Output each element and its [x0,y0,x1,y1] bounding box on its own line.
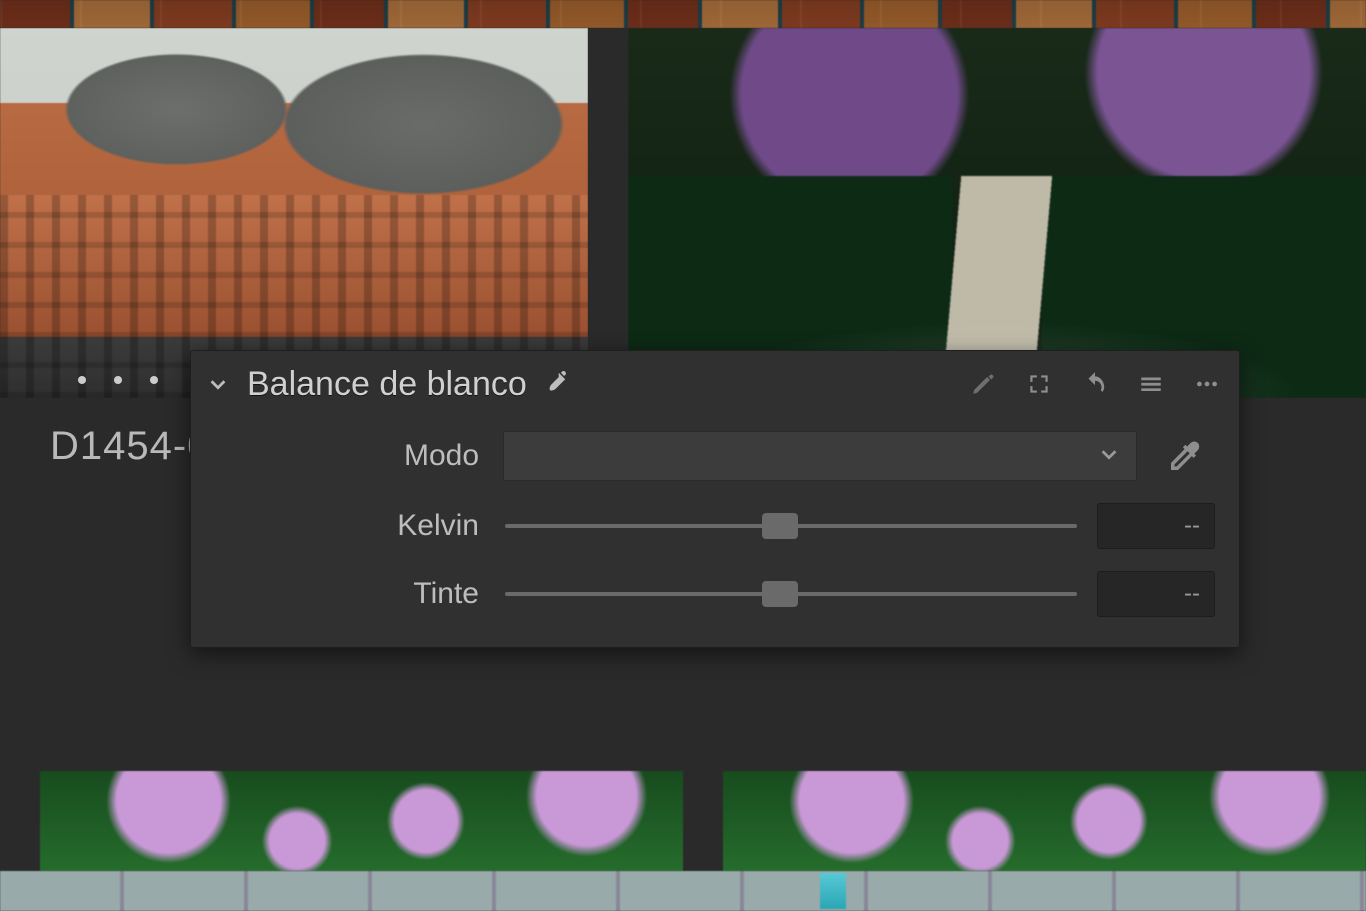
thumbnail-right [628,28,1366,398]
thumbnail-left [0,28,588,398]
mode-dropdown[interactable] [503,431,1137,481]
brick-strip [0,0,1366,28]
expand-icon[interactable] [1025,370,1053,398]
kelvin-slider-thumb[interactable] [762,513,798,539]
white-balance-panel: Balance de blanco Modo [190,350,1240,648]
tint-row: Tinte -- [191,549,1239,617]
tint-label: Tinte [215,577,485,611]
chevron-down-icon[interactable] [205,371,231,397]
kelvin-row: Kelvin -- [191,481,1239,549]
hamburger-icon[interactable] [1137,370,1165,398]
kelvin-value[interactable]: -- [1097,503,1215,549]
panel-header: Balance de blanco [191,351,1239,417]
tint-slider-thumb[interactable] [762,581,798,607]
eyedropper-button[interactable] [1155,435,1215,477]
image-filename: D1454-0 [50,424,210,469]
kelvin-slider[interactable] [505,509,1077,543]
more-icon[interactable] [1193,370,1221,398]
pencil-icon[interactable] [969,370,997,398]
chevron-down-icon [1098,443,1120,470]
bottom-grey-strip [0,871,1366,911]
mode-row: Modo [191,417,1239,481]
tint-slider[interactable] [505,577,1077,611]
undo-icon[interactable] [1081,370,1109,398]
foliage-strip [0,771,1366,871]
mode-label: Modo [215,439,485,473]
thumbnail-gap [588,28,628,398]
tint-value[interactable]: -- [1097,571,1215,617]
brush-icon [543,369,569,400]
panel-title: Balance de blanco [247,365,527,404]
kelvin-label: Kelvin [215,509,485,543]
